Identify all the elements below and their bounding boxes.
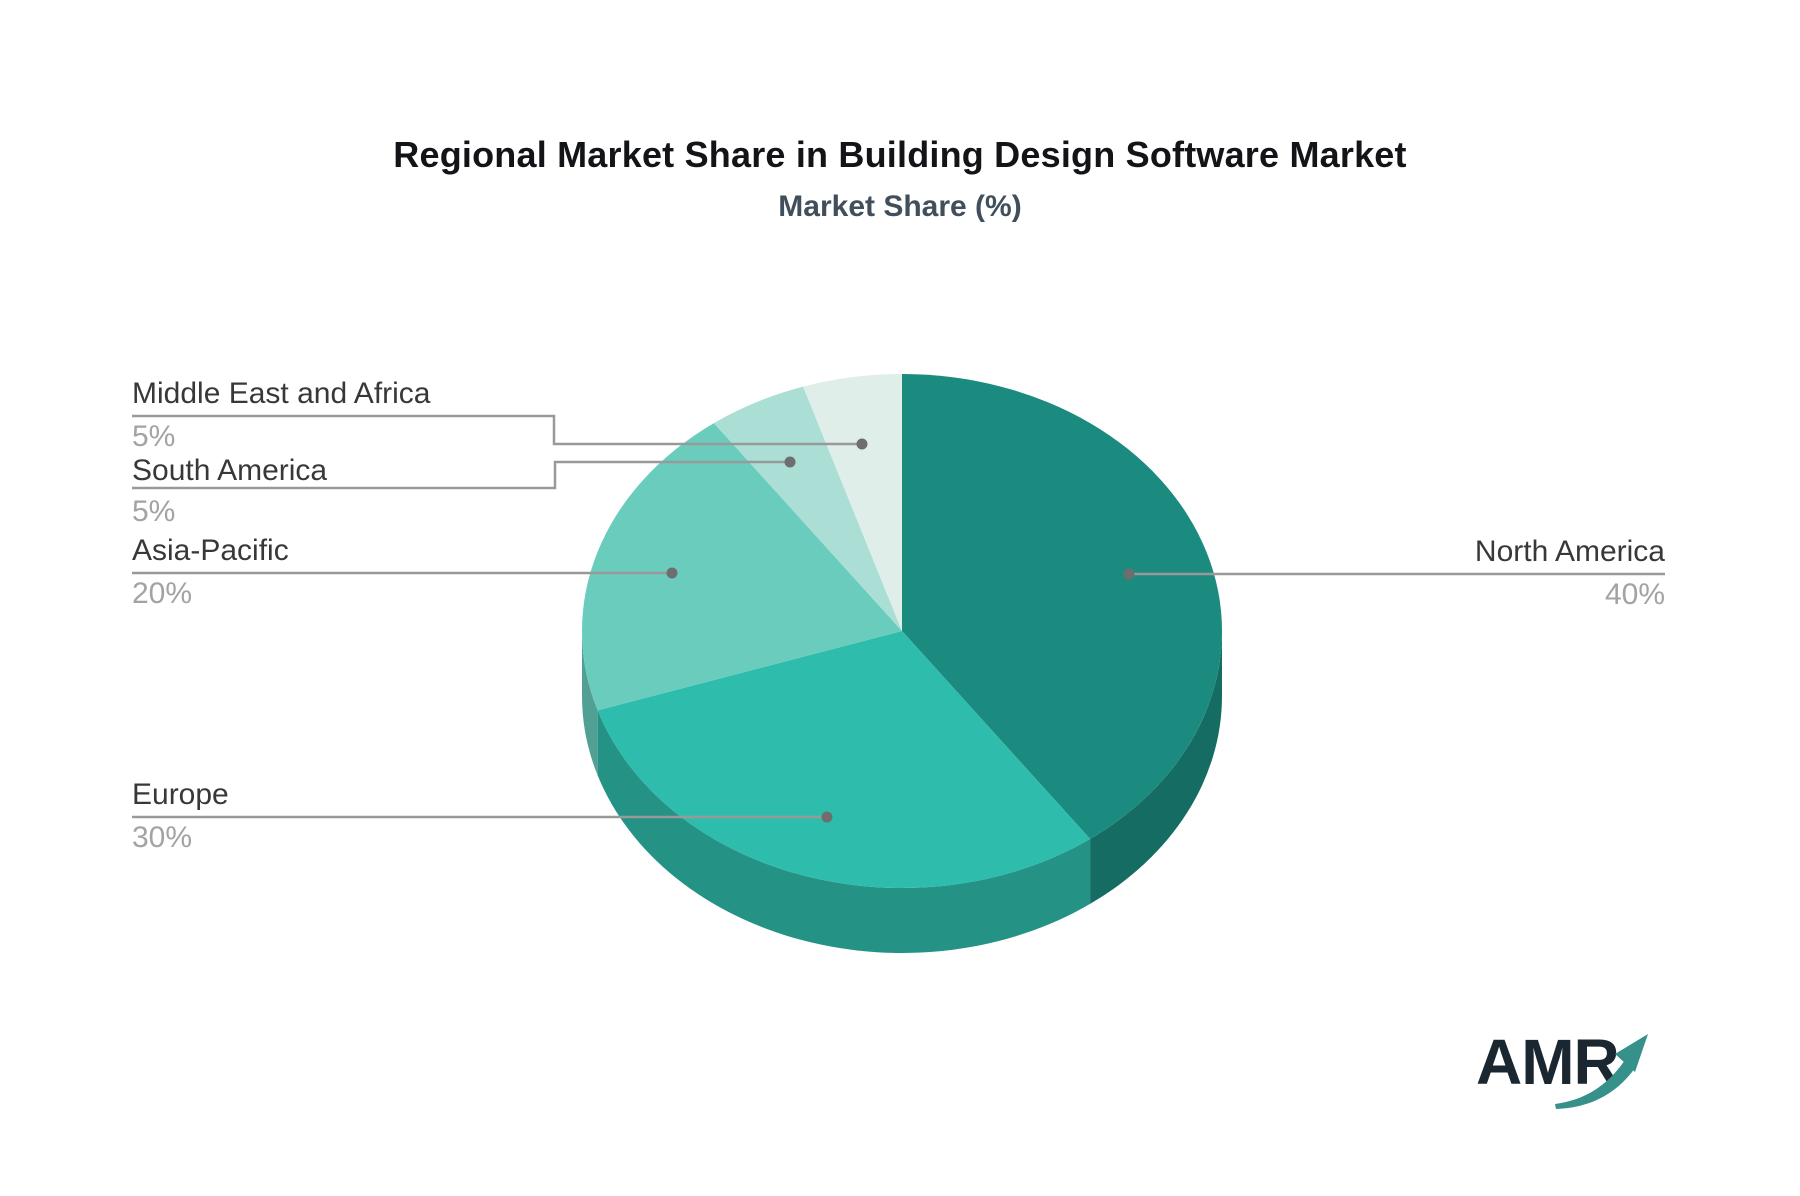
- logo-arrow-icon: [1555, 1034, 1648, 1109]
- value-asia-pacific: 20%: [132, 577, 193, 610]
- dot-europe: [821, 811, 833, 823]
- value-north-america: 40%: [1604, 578, 1665, 611]
- pie-slices: [582, 374, 1222, 888]
- logo-arrow-head: [1615, 1034, 1648, 1072]
- logo-arrow-swoosh: [1555, 1060, 1635, 1109]
- label-middle-east-and-africa: Middle East and Africa: [132, 377, 431, 410]
- label-europe: Europe: [132, 778, 229, 811]
- value-south-america: 5%: [132, 495, 176, 528]
- chart-page: Regional Market Share in Building Design…: [0, 0, 1800, 1196]
- label-asia-pacific: Asia-Pacific: [132, 534, 289, 567]
- pie-chart: [132, 374, 1665, 953]
- label-south-america: South America: [132, 454, 328, 487]
- dot-south-america: [784, 456, 796, 468]
- dot-asia-pacific: [666, 567, 678, 579]
- label-north-america: North America: [1474, 535, 1665, 568]
- value-middle-east-and-africa: 5%: [132, 420, 176, 453]
- dot-middle-east-and-africa: [856, 438, 868, 450]
- value-europe: 30%: [132, 821, 193, 854]
- dot-north-america: [1123, 568, 1135, 580]
